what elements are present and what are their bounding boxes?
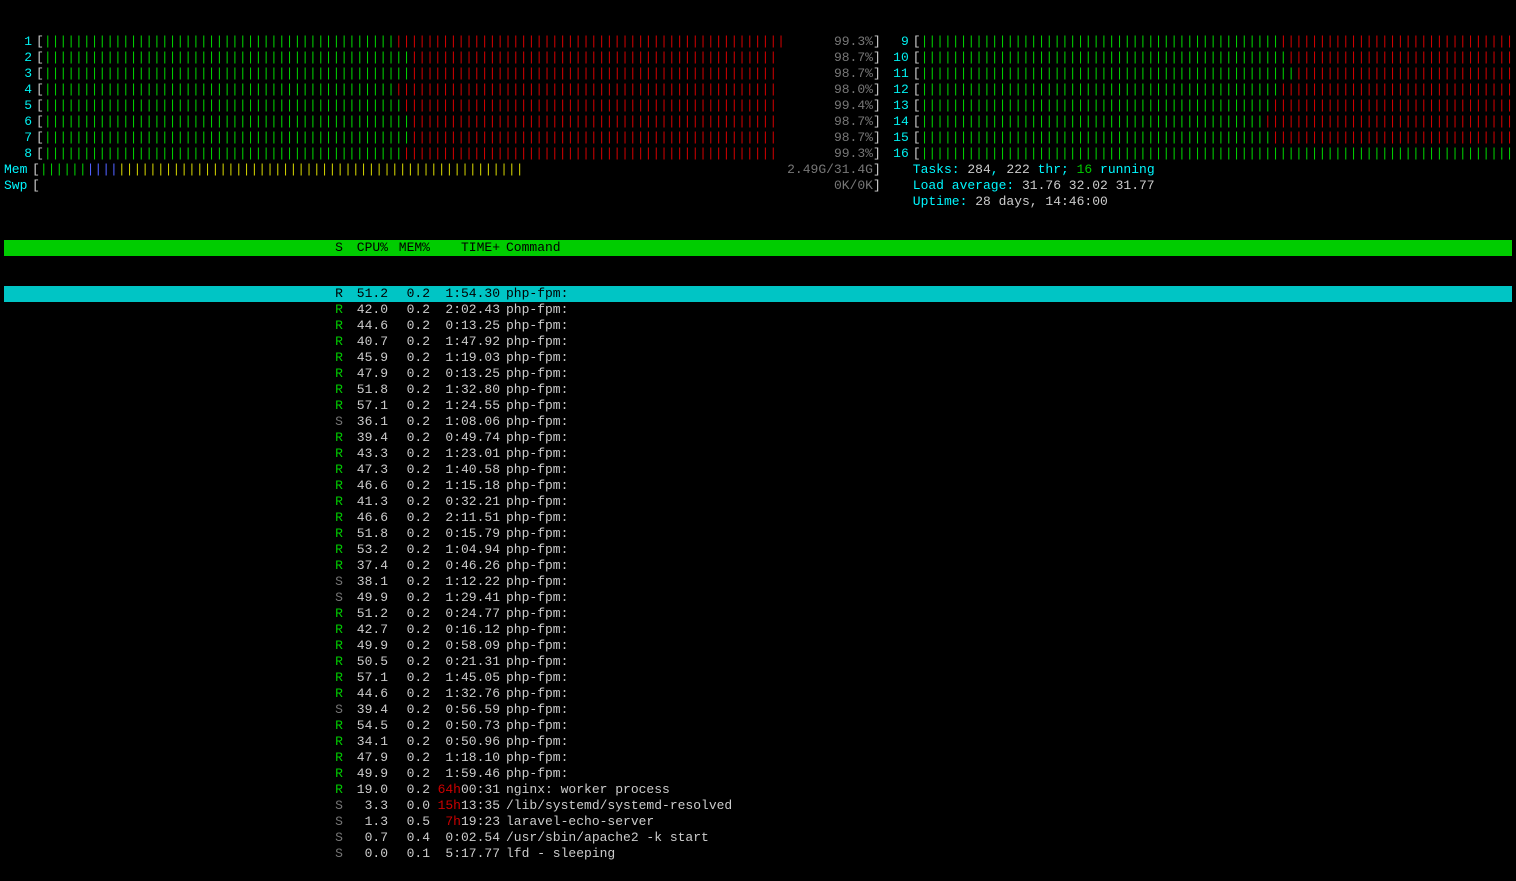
process-row[interactable]: R 51.8 0.20:15.79php-fpm:	[4, 526, 1512, 542]
process-row[interactable]: S 36.1 0.21:08.06php-fpm:	[4, 414, 1512, 430]
cpu-meter-12: 12[|||||||||||||||||||||||||||||||||||||…	[881, 82, 1516, 98]
cpu-meter-3: 3[||||||||||||||||||||||||||||||||||||||…	[4, 66, 881, 82]
col-cpu[interactable]: CPU%	[346, 240, 388, 256]
process-row[interactable]: R 37.4 0.20:46.26php-fpm:	[4, 558, 1512, 574]
col-state[interactable]: S	[332, 240, 346, 256]
cpu-meter-14: 14[|||||||||||||||||||||||||||||||||||||…	[881, 114, 1516, 130]
process-row[interactable]: R 45.9 0.21:19.03php-fpm:	[4, 350, 1512, 366]
process-row[interactable]: S 3.3 0.015h13:35/lib/systemd/systemd-re…	[4, 798, 1512, 814]
cpu-meter-13: 13[|||||||||||||||||||||||||||||||||||||…	[881, 98, 1516, 114]
col-time[interactable]: TIME+	[430, 240, 500, 256]
process-row[interactable]: S 0.7 0.40:02.54/usr/sbin/apache2 -k sta…	[4, 830, 1512, 846]
cpu-meter-7: 7[||||||||||||||||||||||||||||||||||||||…	[4, 130, 881, 146]
htop-terminal[interactable]: 1[||||||||||||||||||||||||||||||||||||||…	[0, 0, 1516, 881]
process-row[interactable]: R 34.1 0.20:50.96php-fpm:	[4, 734, 1512, 750]
cpu-meter-10: 10[|||||||||||||||||||||||||||||||||||||…	[881, 50, 1516, 66]
cpu-meter-1: 1[||||||||||||||||||||||||||||||||||||||…	[4, 34, 881, 50]
process-row[interactable]: R 42.0 0.22:02.43php-fpm:	[4, 302, 1512, 318]
cpu-meter-11: 11[|||||||||||||||||||||||||||||||||||||…	[881, 66, 1516, 82]
process-row[interactable]: R 54.5 0.20:50.73php-fpm:	[4, 718, 1512, 734]
process-row[interactable]: R 46.6 0.21:15.18php-fpm:	[4, 478, 1512, 494]
process-row[interactable]: R 49.9 0.21:59.46php-fpm:	[4, 766, 1512, 782]
process-row[interactable]: R 40.7 0.21:47.92php-fpm:	[4, 334, 1512, 350]
process-row[interactable]: R 51.8 0.21:32.80php-fpm:	[4, 382, 1512, 398]
process-row[interactable]: R 19.0 0.264h00:31nginx: worker process	[4, 782, 1512, 798]
cpu-meter-8: 8[||||||||||||||||||||||||||||||||||||||…	[4, 146, 881, 162]
process-row[interactable]: R 57.1 0.21:24.55php-fpm:	[4, 398, 1512, 414]
col-command[interactable]: Command	[500, 240, 1512, 256]
process-row[interactable]: S 0.0 0.15:17.77lfd - sleeping	[4, 846, 1512, 862]
process-row[interactable]: S 1.3 0.57h19:23laravel-echo-server	[4, 814, 1512, 830]
uptime: Uptime: 28 days, 14:46:00	[881, 194, 1516, 210]
process-row[interactable]: R 44.6 0.21:32.76php-fpm:	[4, 686, 1512, 702]
process-row[interactable]: R 41.3 0.20:32.21php-fpm:	[4, 494, 1512, 510]
cpu-meter-15: 15[|||||||||||||||||||||||||||||||||||||…	[881, 130, 1516, 146]
process-row[interactable]: R 46.6 0.22:11.51php-fpm:	[4, 510, 1512, 526]
process-list[interactable]: R 51.2 0.21:54.30php-fpm:R 42.0 0.22:02.…	[4, 286, 1512, 862]
process-row[interactable]: R 43.3 0.21:23.01php-fpm:	[4, 446, 1512, 462]
process-row[interactable]: R 53.2 0.21:04.94php-fpm:	[4, 542, 1512, 558]
process-row[interactable]: S 39.4 0.20:56.59php-fpm:	[4, 702, 1512, 718]
cpu-meter-4: 4[||||||||||||||||||||||||||||||||||||||…	[4, 82, 881, 98]
tasks-info: Tasks: 284, 222 thr; 16 running	[881, 162, 1516, 178]
meters-section: 1[||||||||||||||||||||||||||||||||||||||…	[4, 34, 1512, 210]
cpu-meter-16: 16[|||||||||||||||||||||||||||||||||||||…	[881, 146, 1516, 162]
process-row[interactable]: R 57.1 0.21:45.05php-fpm:	[4, 670, 1512, 686]
load-average: Load average: 31.76 32.02 31.77	[881, 178, 1516, 194]
process-row[interactable]: R 49.9 0.20:58.09php-fpm:	[4, 638, 1512, 654]
swap-meter: Swp[0K/0K]	[4, 178, 881, 194]
process-row[interactable]: S 49.9 0.21:29.41php-fpm:	[4, 590, 1512, 606]
col-mem[interactable]: MEM%	[388, 240, 430, 256]
process-row[interactable]: R 42.7 0.20:16.12php-fpm:	[4, 622, 1512, 638]
process-header[interactable]: S CPU% MEM% TIME+ Command	[4, 240, 1512, 256]
process-row[interactable]: R 47.9 0.21:18.10php-fpm:	[4, 750, 1512, 766]
cpu-meter-6: 6[||||||||||||||||||||||||||||||||||||||…	[4, 114, 881, 130]
process-row[interactable]: R 39.4 0.20:49.74php-fpm:	[4, 430, 1512, 446]
cpu-meter-2: 2[||||||||||||||||||||||||||||||||||||||…	[4, 50, 881, 66]
process-row[interactable]: S 38.1 0.21:12.22php-fpm:	[4, 574, 1512, 590]
cpu-meter-5: 5[||||||||||||||||||||||||||||||||||||||…	[4, 98, 881, 114]
process-row[interactable]: R 51.2 0.20:24.77php-fpm:	[4, 606, 1512, 622]
process-row[interactable]: R 47.9 0.20:13.25php-fpm:	[4, 366, 1512, 382]
memory-meter: Mem[||||||||||||||||||||||||||||||||||||…	[4, 162, 881, 178]
cpu-meter-9: 9[||||||||||||||||||||||||||||||||||||||…	[881, 34, 1516, 50]
process-row[interactable]: R 47.3 0.21:40.58php-fpm:	[4, 462, 1512, 478]
process-row[interactable]: R 44.6 0.20:13.25php-fpm:	[4, 318, 1512, 334]
process-row[interactable]: R 50.5 0.20:21.31php-fpm:	[4, 654, 1512, 670]
cpu-meters-right: 9[||||||||||||||||||||||||||||||||||||||…	[881, 34, 1516, 210]
cpu-meters-left: 1[||||||||||||||||||||||||||||||||||||||…	[4, 34, 881, 210]
process-row[interactable]: R 51.2 0.21:54.30php-fpm:	[4, 286, 1512, 302]
